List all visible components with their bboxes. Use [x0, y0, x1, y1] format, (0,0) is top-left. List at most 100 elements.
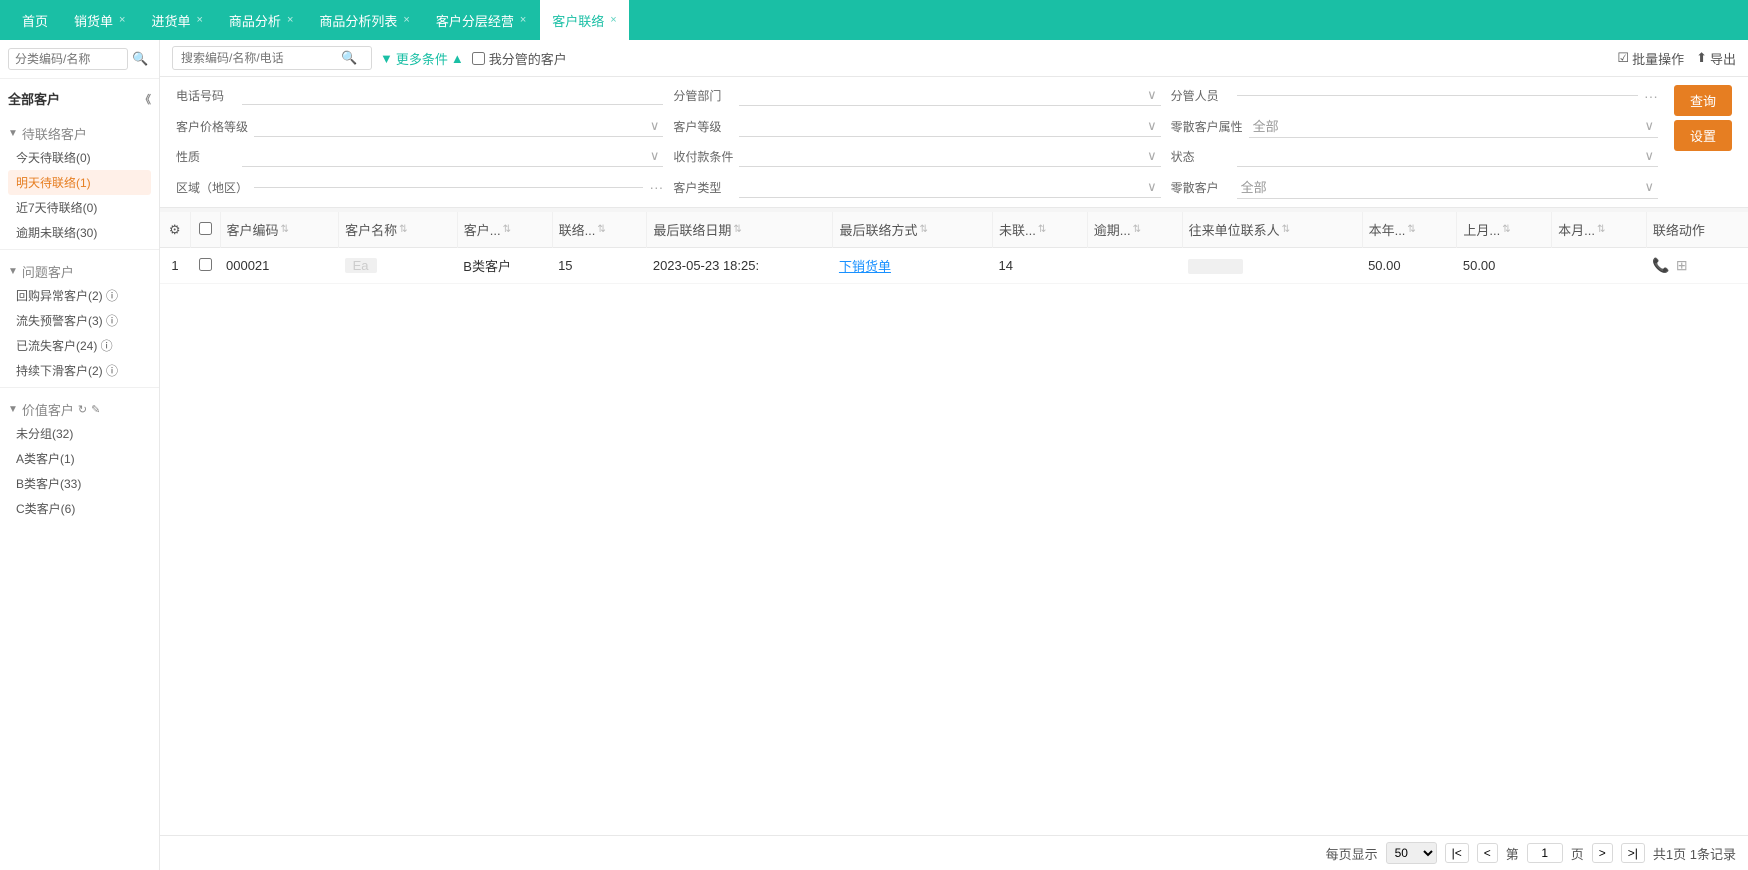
filter-retail-attr-arrow: ∨ — [1644, 118, 1654, 134]
last-method-link[interactable]: 下销货单 — [839, 259, 891, 274]
all-customers-title[interactable]: 全部客户 《 — [8, 85, 151, 112]
filter-person-dots[interactable]: ··· — [1644, 88, 1658, 104]
th-contact-label: 联络... — [559, 220, 596, 239]
sidebar-item-7days-contact[interactable]: 近7天待联络(0) — [8, 195, 151, 220]
gear-icon[interactable]: ⚙ — [169, 222, 181, 237]
filter-region-dots[interactable]: ··· — [649, 179, 663, 195]
filter-customer-type-select[interactable]: ∨ — [739, 177, 1160, 198]
sidebar-item-b-class[interactable]: B类客户(33) — [8, 471, 151, 496]
filter-customer-level-select[interactable]: ∨ — [739, 116, 1160, 137]
nav-customer-tier[interactable]: 客户分层经营 × — [424, 0, 538, 40]
filter-payment-select[interactable]: ∨ — [739, 146, 1160, 167]
search-input[interactable] — [181, 51, 341, 65]
phone-action-icon[interactable]: 📞 — [1652, 257, 1669, 274]
sidebar-item-a-class[interactable]: A类客户(1) — [8, 446, 151, 471]
nav-sales[interactable]: 销货单 × — [62, 0, 137, 40]
footer: 每页显示 50 100 200 |< < 第 页 > >| 共1页 1条记录 — [160, 835, 1748, 870]
th-name-label: 客户名称 — [345, 220, 397, 239]
nav-customer-contact[interactable]: 客户联络 × — [540, 0, 628, 40]
nav-sales-close[interactable]: × — [119, 14, 125, 26]
th-code-sort[interactable]: ⇅ — [281, 224, 289, 235]
filter-nature-select[interactable]: ∨ — [242, 146, 663, 167]
nav-goods-analysis-close[interactable]: × — [287, 14, 293, 26]
filter-dept-arrow: ∨ — [1147, 87, 1157, 103]
search-icon[interactable]: 🔍 — [341, 50, 357, 66]
filter-icon: ▼ — [380, 51, 393, 66]
sidebar-item-today-contact[interactable]: 今天待联络(0) — [8, 145, 151, 170]
grid-action-icon[interactable]: ⊞ — [1676, 257, 1688, 274]
th-unit-contact-sort[interactable]: ⇅ — [1282, 224, 1290, 235]
th-last-method-sort[interactable]: ⇅ — [919, 224, 927, 235]
sidebar-item-churned[interactable]: 已流失客户(24) ⓘ — [8, 333, 151, 358]
sidebar-item-repurchase-abnormal[interactable]: 回购异常客户(2) ⓘ — [8, 283, 151, 308]
nav-goods-analysis-list-close[interactable]: × — [403, 14, 409, 26]
customer-code: 000021 — [226, 258, 269, 273]
sidebar-item-declining[interactable]: 持续下滑客户(2) ⓘ — [8, 358, 151, 383]
sidebar-search-input[interactable] — [8, 48, 128, 70]
th-type-sort[interactable]: ⇅ — [503, 224, 511, 235]
filter-retail-select[interactable]: 全部 ∨ — [1237, 175, 1658, 199]
edit-value-icon[interactable]: ✎ — [91, 403, 100, 416]
export-btn[interactable]: ⬆ 导出 — [1696, 49, 1736, 68]
th-overdue-sort[interactable]: ⇅ — [1133, 224, 1141, 235]
filter-status-select[interactable]: ∨ — [1237, 146, 1658, 167]
all-customers-label: 全部客户 — [8, 89, 60, 108]
sidebar-item-unclassified[interactable]: 未分组(32) — [8, 421, 151, 446]
sidebar-search-icon[interactable]: 🔍 — [132, 51, 148, 67]
page-input[interactable] — [1527, 843, 1563, 863]
arrow-pending: ▼ — [8, 128, 18, 139]
group-pending-contact[interactable]: ▼ 待联络客户 — [8, 120, 151, 145]
filter-payment-arrow: ∨ — [1147, 148, 1157, 164]
nav-customer-tier-close[interactable]: × — [520, 14, 526, 26]
next-page-btn[interactable]: > — [1592, 843, 1613, 863]
filter-actions: 查询 设置 — [1674, 85, 1732, 199]
th-name-sort[interactable]: ⇅ — [399, 224, 407, 235]
more-conditions-btn[interactable]: ▼ 更多条件 ▲ — [380, 49, 464, 68]
nav-home[interactable]: 首页 — [10, 0, 60, 40]
th-uncontacted-sort[interactable]: ⇅ — [1038, 224, 1046, 235]
last-month-value: 50.00 — [1463, 258, 1496, 273]
prev-page-btn[interactable]: < — [1477, 843, 1498, 863]
group-problem-customers[interactable]: ▼ 问题客户 — [8, 258, 151, 283]
th-last-month-sort[interactable]: ⇅ — [1502, 224, 1510, 235]
filter-retail-attr-select[interactable]: 全部 ∨ — [1249, 114, 1658, 138]
last-page-btn[interactable]: >| — [1621, 843, 1645, 863]
nav-purchase[interactable]: 进货单 × — [139, 0, 214, 40]
filter-status-arrow: ∨ — [1644, 148, 1654, 164]
th-last-date-sort[interactable]: ⇅ — [733, 224, 741, 235]
customer-type: B类客户 — [463, 259, 511, 274]
my-customers-checkbox[interactable]: 我分管的客户 — [472, 49, 567, 68]
th-type: 客户... ⇅ — [457, 212, 552, 248]
filter-price-level-select[interactable]: ∨ — [254, 116, 663, 137]
sidebar-item-overdue-contact[interactable]: 逾期未联络(30) — [8, 220, 151, 245]
set-button[interactable]: 设置 — [1674, 120, 1732, 151]
sidebar-all-customers: 全部客户 《 — [0, 79, 159, 114]
filter-region: 区域（地区） ··· — [176, 179, 663, 196]
th-contact-sort[interactable]: ⇅ — [597, 224, 605, 235]
nav-goods-analysis-label: 商品分析 — [229, 11, 281, 30]
filter-phone-input[interactable] — [242, 86, 663, 105]
group-value-customers[interactable]: ▼ 价值客户 ↻ ✎ — [8, 396, 151, 421]
refresh-icon[interactable]: ↻ — [78, 403, 87, 416]
nav-customer-contact-close[interactable]: × — [610, 14, 616, 26]
per-page-select[interactable]: 50 100 200 — [1386, 842, 1437, 864]
batch-op-btn[interactable]: ☑ 批量操作 — [1617, 49, 1684, 68]
th-check — [190, 212, 220, 248]
first-page-btn[interactable]: |< — [1445, 843, 1469, 863]
nav-purchase-close[interactable]: × — [196, 14, 202, 26]
sidebar-item-tomorrow-contact[interactable]: 明天待联络(1) — [8, 170, 151, 195]
row-checkbox[interactable] — [199, 258, 212, 271]
sidebar-item-churn-warning[interactable]: 流失预警客户(3) ⓘ — [8, 308, 151, 333]
main-layout: 🔍 全部客户 《 ▼ 待联络客户 今天待联络(0) 明天待联络(1) 近7天待联… — [0, 40, 1748, 870]
sidebar-item-c-class[interactable]: C类客户(6) — [8, 496, 151, 521]
query-button[interactable]: 查询 — [1674, 85, 1732, 116]
th-last-method: 最后联络方式 ⇅ — [833, 212, 993, 248]
my-customers-check[interactable] — [472, 52, 485, 65]
th-this-month-sort[interactable]: ⇅ — [1597, 224, 1605, 235]
th-last-month-label: 上月... — [1463, 220, 1500, 239]
nav-goods-analysis-list[interactable]: 商品分析列表 × — [307, 0, 421, 40]
nav-goods-analysis[interactable]: 商品分析 × — [217, 0, 305, 40]
filter-dept-select[interactable]: ∨ — [739, 85, 1160, 106]
select-all-checkbox[interactable] — [199, 222, 212, 235]
th-this-year-sort[interactable]: ⇅ — [1407, 224, 1415, 235]
